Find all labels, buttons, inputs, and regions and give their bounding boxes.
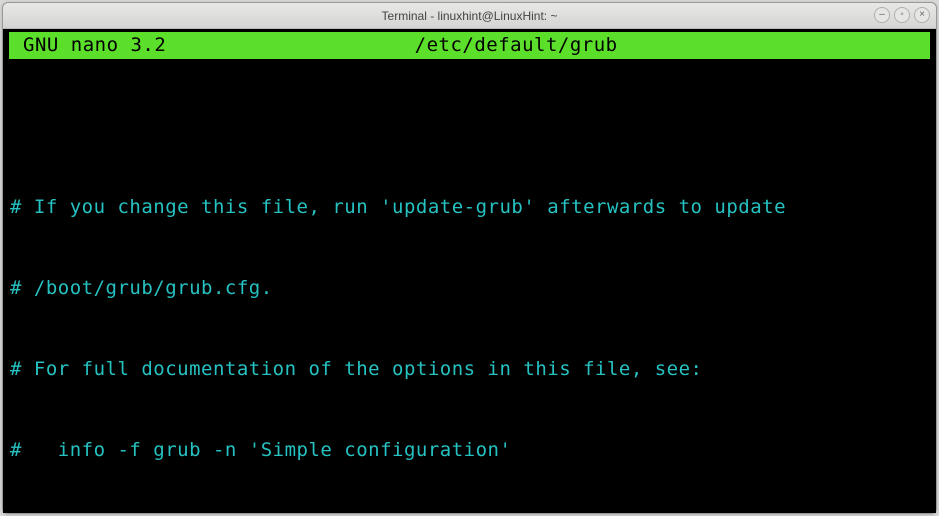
window-titlebar: Terminal - linuxhint@LinuxHint: ~ – ◦ × [3,3,936,29]
comment-line: # /boot/grub/grub.cfg. [10,275,929,302]
terminal-viewport[interactable]: GNU nano 3.2 /etc/default/grub # If you … [3,29,936,513]
nano-header-right [866,32,926,59]
editor-content[interactable]: # If you change this file, run 'update-g… [6,59,933,513]
close-button[interactable]: × [914,7,930,23]
comment-line: # If you change this file, run 'update-g… [10,194,929,221]
nano-app-title: GNU nano 3.2 [13,32,166,59]
terminal-window: Terminal - linuxhint@LinuxHint: ~ – ◦ × … [2,2,937,514]
comment-line: # info -f grub -n 'Simple configuration' [10,437,929,464]
minimize-button[interactable]: – [874,7,890,23]
nano-header: GNU nano 3.2 /etc/default/grub [9,32,930,59]
comment-line: # For full documentation of the options … [10,356,929,383]
window-title: Terminal - linuxhint@LinuxHint: ~ [382,9,558,23]
window-controls: – ◦ × [874,7,930,23]
nano-filename: /etc/default/grub [166,32,866,59]
blank-line [10,113,929,140]
maximize-button[interactable]: ◦ [894,7,910,23]
